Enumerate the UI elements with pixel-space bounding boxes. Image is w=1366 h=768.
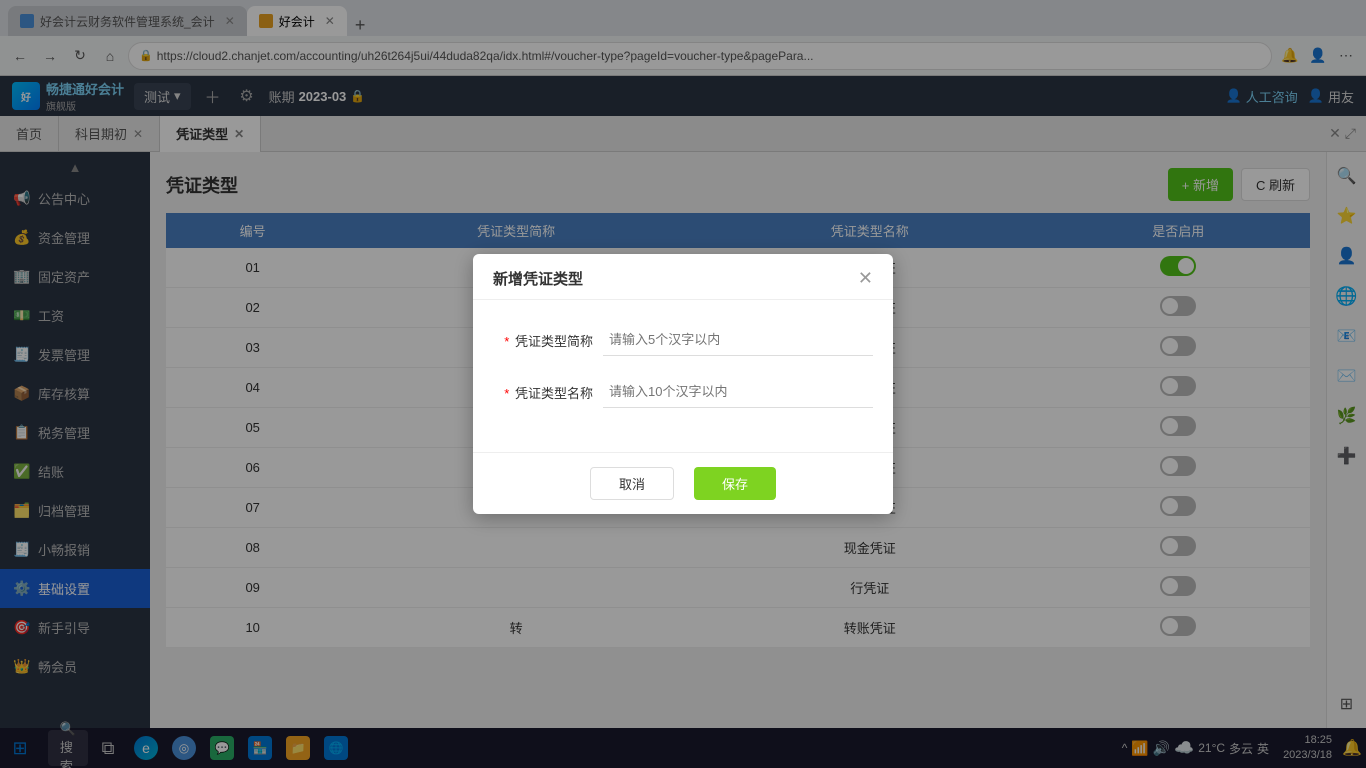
name-form-row: * 凭证类型名称 [493, 376, 873, 408]
abbr-label-text: 凭证类型简称 [515, 334, 593, 349]
add-voucher-type-modal: 新增凭证类型 ✕ * 凭证类型简称 * 凭证类型名称 取消 保存 [473, 254, 893, 514]
name-label: * 凭证类型名称 [493, 383, 603, 402]
modal-body: * 凭证类型简称 * 凭证类型名称 [473, 300, 893, 452]
abbr-form-row: * 凭证类型简称 [493, 324, 873, 356]
save-button[interactable]: 保存 [694, 467, 776, 500]
abbr-input[interactable] [603, 324, 873, 356]
modal-title: 新增凭证类型 [493, 268, 583, 289]
modal-close-button[interactable]: ✕ [858, 268, 873, 289]
abbr-label: * 凭证类型简称 [493, 331, 603, 350]
modal-header: 新增凭证类型 ✕ [473, 254, 893, 300]
name-input[interactable] [603, 376, 873, 408]
modal-overlay: 新增凭证类型 ✕ * 凭证类型简称 * 凭证类型名称 取消 保存 [0, 0, 1366, 768]
name-required-marker: * [504, 386, 509, 401]
modal-footer: 取消 保存 [473, 452, 893, 514]
name-label-text: 凭证类型名称 [515, 386, 593, 401]
cancel-button[interactable]: 取消 [590, 467, 674, 500]
abbr-required-marker: * [504, 334, 509, 349]
